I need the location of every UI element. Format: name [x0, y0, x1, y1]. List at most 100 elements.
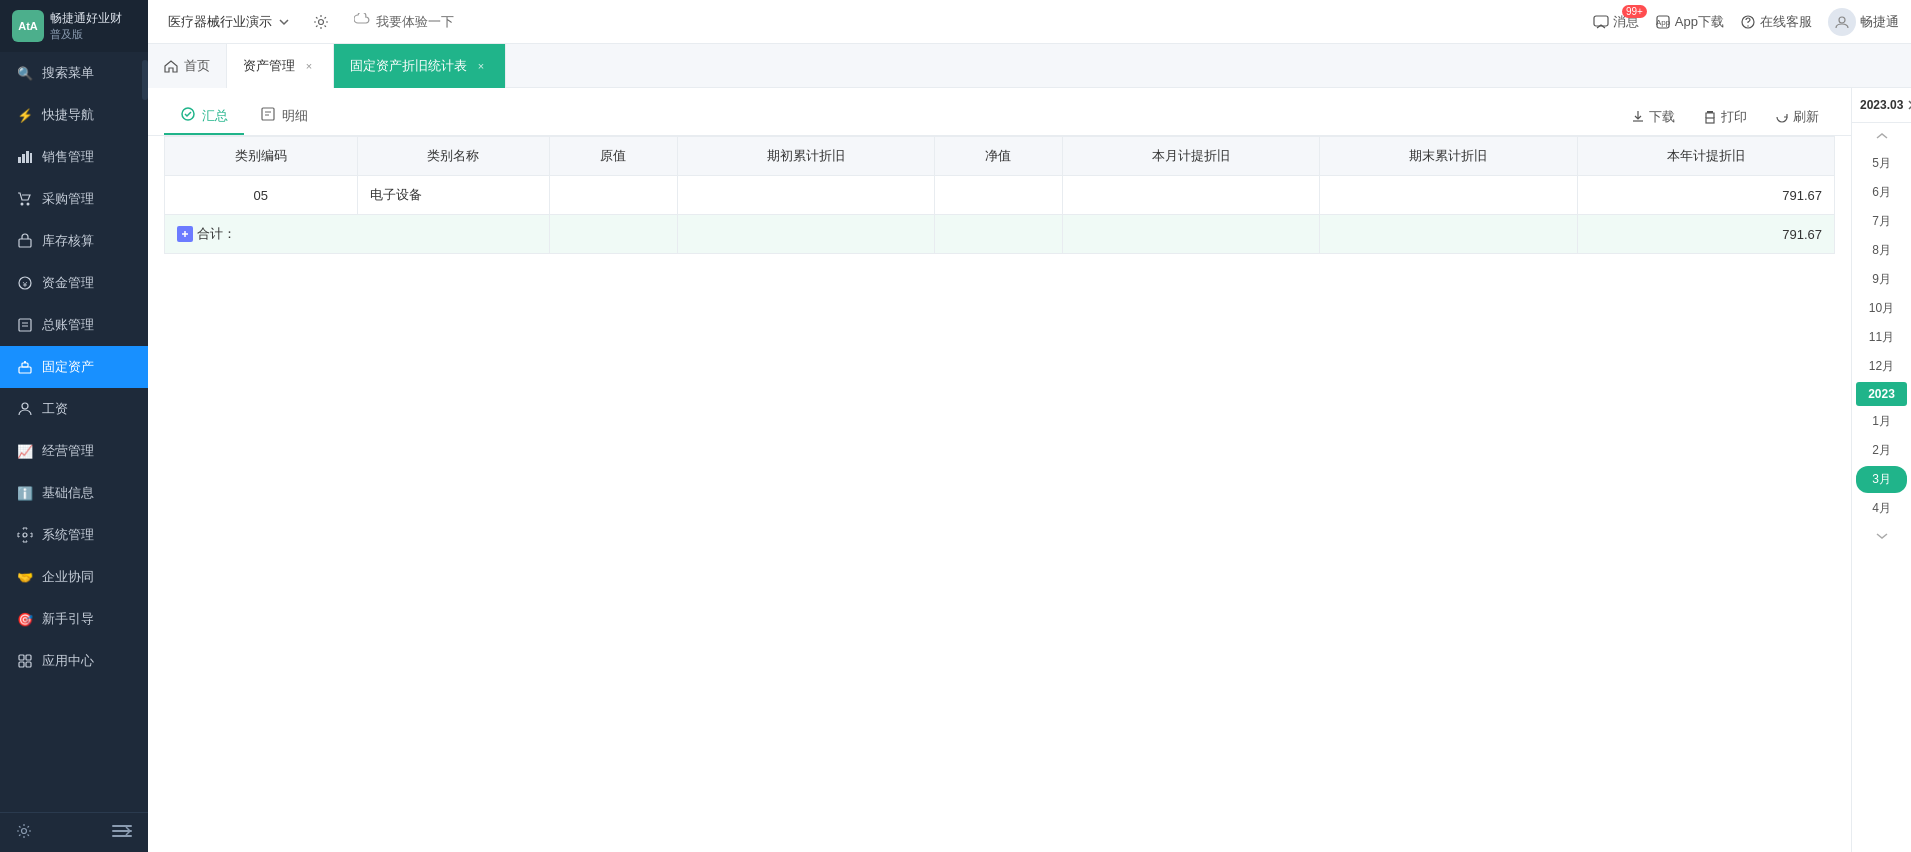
sidebar-item-search[interactable]: 🔍 搜索菜单	[0, 52, 148, 94]
download-btn[interactable]: 下载	[1623, 104, 1683, 130]
topbar-right: 消息 99+ App App下载 在线客服 畅捷通	[1593, 8, 1899, 36]
sidebar-item-app-center[interactable]: 应用中心	[0, 640, 148, 682]
subtab-detail[interactable]: 明细	[244, 98, 324, 135]
payroll-icon	[16, 400, 34, 418]
refresh-btn[interactable]: 刷新	[1767, 104, 1827, 130]
panel-month-2[interactable]: 2月	[1856, 437, 1907, 464]
user-avatar-btn[interactable]: 畅捷通	[1828, 8, 1899, 36]
cell-net	[935, 176, 1063, 215]
tab-depreciation-close-btn[interactable]: ×	[473, 58, 489, 74]
total-monthly	[1062, 215, 1320, 254]
fixed-assets-icon	[16, 358, 34, 376]
topbar-settings-btn[interactable]	[306, 7, 336, 37]
experience-label: 我要体验一下	[376, 13, 454, 31]
tabbar: 首页 资产管理 × 固定资产折旧统计表 ×	[148, 44, 1911, 88]
refresh-icon	[1775, 110, 1789, 124]
panel-month-10[interactable]: 10月	[1856, 295, 1907, 322]
svg-rect-32	[262, 108, 274, 120]
depreciation-table: 类别编码 类别名称 原值 期初累计折旧 净值 本月计提折旧 期末累计折旧 本年计…	[164, 136, 1835, 254]
sidebar-item-payroll[interactable]: 工资	[0, 388, 148, 430]
sidebar-item-base-info[interactable]: ℹ️ 基础信息	[0, 472, 148, 514]
panel-month-7[interactable]: 7月	[1856, 208, 1907, 235]
svg-point-29	[1747, 25, 1748, 26]
svg-rect-23	[112, 835, 132, 837]
message-badge: 99+	[1622, 5, 1647, 18]
sidebar-item-guide[interactable]: 🎯 新手引导	[0, 598, 148, 640]
purchase-icon	[16, 190, 34, 208]
col-category-name: 类别名称	[357, 137, 550, 176]
cell-name: 电子设备	[357, 176, 550, 215]
sidebar-item-enterprise[interactable]: 🤝 企业协同	[0, 556, 148, 598]
download-icon	[1631, 110, 1645, 124]
panel-month-3[interactable]: 3月	[1856, 466, 1907, 493]
quick-nav-icon: ⚡	[16, 106, 34, 124]
main-area: 医疗器械行业演示 我要体验一下 消息 99+ App App下载 在	[148, 0, 1911, 852]
svg-rect-3	[30, 153, 32, 163]
sidebar-item-quick-nav[interactable]: ⚡ 快捷导航	[0, 94, 148, 136]
svg-rect-6	[19, 239, 31, 247]
app-download-btn[interactable]: App App下载	[1655, 13, 1724, 31]
sidebar-item-fixed-assets[interactable]: 固定资产	[0, 346, 148, 388]
sidebar-item-inventory[interactable]: 库存核算	[0, 220, 148, 262]
sidebar-item-ledger[interactable]: 总账管理	[0, 304, 148, 346]
sidebar-item-operations[interactable]: 📈 经营管理	[0, 430, 148, 472]
svg-point-24	[319, 19, 324, 24]
tab-asset-close-btn[interactable]: ×	[301, 58, 317, 74]
avatar	[1828, 8, 1856, 36]
tab-home[interactable]: 首页	[148, 44, 227, 88]
panel-month-1[interactable]: 1月	[1856, 408, 1907, 435]
sidebar-bottom	[0, 812, 148, 852]
svg-text:App: App	[1656, 18, 1671, 27]
sidebar-item-finance[interactable]: ¥ 资金管理	[0, 262, 148, 304]
panel-close-btn[interactable]	[1907, 94, 1911, 116]
subtab-summary-label: 汇总	[202, 107, 228, 125]
sidebar-item-system[interactable]: 系统管理	[0, 514, 148, 556]
svg-rect-19	[26, 662, 31, 667]
message-btn[interactable]: 消息 99+	[1593, 13, 1639, 31]
app-logo-text: 畅捷通好业财 普及版	[50, 10, 122, 42]
tab-asset-management[interactable]: 资产管理 ×	[227, 44, 334, 88]
panel-year-marker: 2023	[1856, 382, 1907, 406]
total-annual: 791.67	[1577, 215, 1835, 254]
total-label-cell: 合计：	[165, 215, 550, 254]
panel-month-8[interactable]: 8月	[1856, 237, 1907, 264]
collapse-icon[interactable]	[112, 823, 132, 842]
panel-month-4[interactable]: 4月	[1856, 495, 1907, 522]
finance-icon: ¥	[16, 274, 34, 292]
sidebar-item-purchase[interactable]: 采购管理	[0, 178, 148, 220]
tab-asset-label: 资产管理	[243, 57, 295, 75]
online-service-btn[interactable]: 在线客服	[1740, 13, 1812, 31]
print-btn[interactable]: 打印	[1695, 104, 1755, 130]
sidebar-item-sales[interactable]: 销售管理	[0, 136, 148, 178]
sidebar: AtA 畅捷通好业财 普及版 🔍 搜索菜单 ⚡ 快捷导航 销售管理 采购管理	[0, 0, 148, 852]
guide-icon: 🎯	[16, 610, 34, 628]
search-icon: 🔍	[16, 64, 34, 82]
summary-icon	[180, 106, 196, 125]
cell-annual: 791.67	[1577, 176, 1835, 215]
experience-btn[interactable]: 我要体验一下	[344, 9, 464, 35]
svg-rect-35	[1706, 118, 1714, 123]
panel-scroll-up[interactable]	[1871, 125, 1893, 147]
panel-month-9[interactable]: 9月	[1856, 266, 1907, 293]
company-selector[interactable]: 医疗器械行业演示	[160, 9, 298, 35]
col-monthly-dep: 本月计提折旧	[1062, 137, 1320, 176]
panel-month-12[interactable]: 12月	[1856, 353, 1907, 380]
panel-month-5[interactable]: 5月	[1856, 150, 1907, 177]
inventory-icon	[16, 232, 34, 250]
content-main: 汇总 明细 下载 打印	[148, 88, 1851, 852]
tab-home-label: 首页	[184, 57, 210, 75]
base-info-icon: ℹ️	[16, 484, 34, 502]
svg-rect-21	[112, 825, 132, 827]
panel-scroll-down[interactable]	[1871, 525, 1893, 547]
svg-rect-0	[18, 157, 21, 163]
company-name: 医疗器械行业演示	[168, 13, 272, 31]
svg-rect-1	[22, 154, 25, 163]
panel-month-11[interactable]: 11月	[1856, 324, 1907, 351]
subtab-summary[interactable]: 汇总	[164, 98, 244, 135]
settings-gear-icon[interactable]	[16, 823, 32, 842]
panel-month-6[interactable]: 6月	[1856, 179, 1907, 206]
content-area: 汇总 明细 下载 打印	[148, 88, 1911, 852]
tab-depreciation[interactable]: 固定资产折旧统计表 ×	[334, 44, 506, 88]
system-icon	[16, 526, 34, 544]
svg-rect-36	[1707, 111, 1713, 113]
